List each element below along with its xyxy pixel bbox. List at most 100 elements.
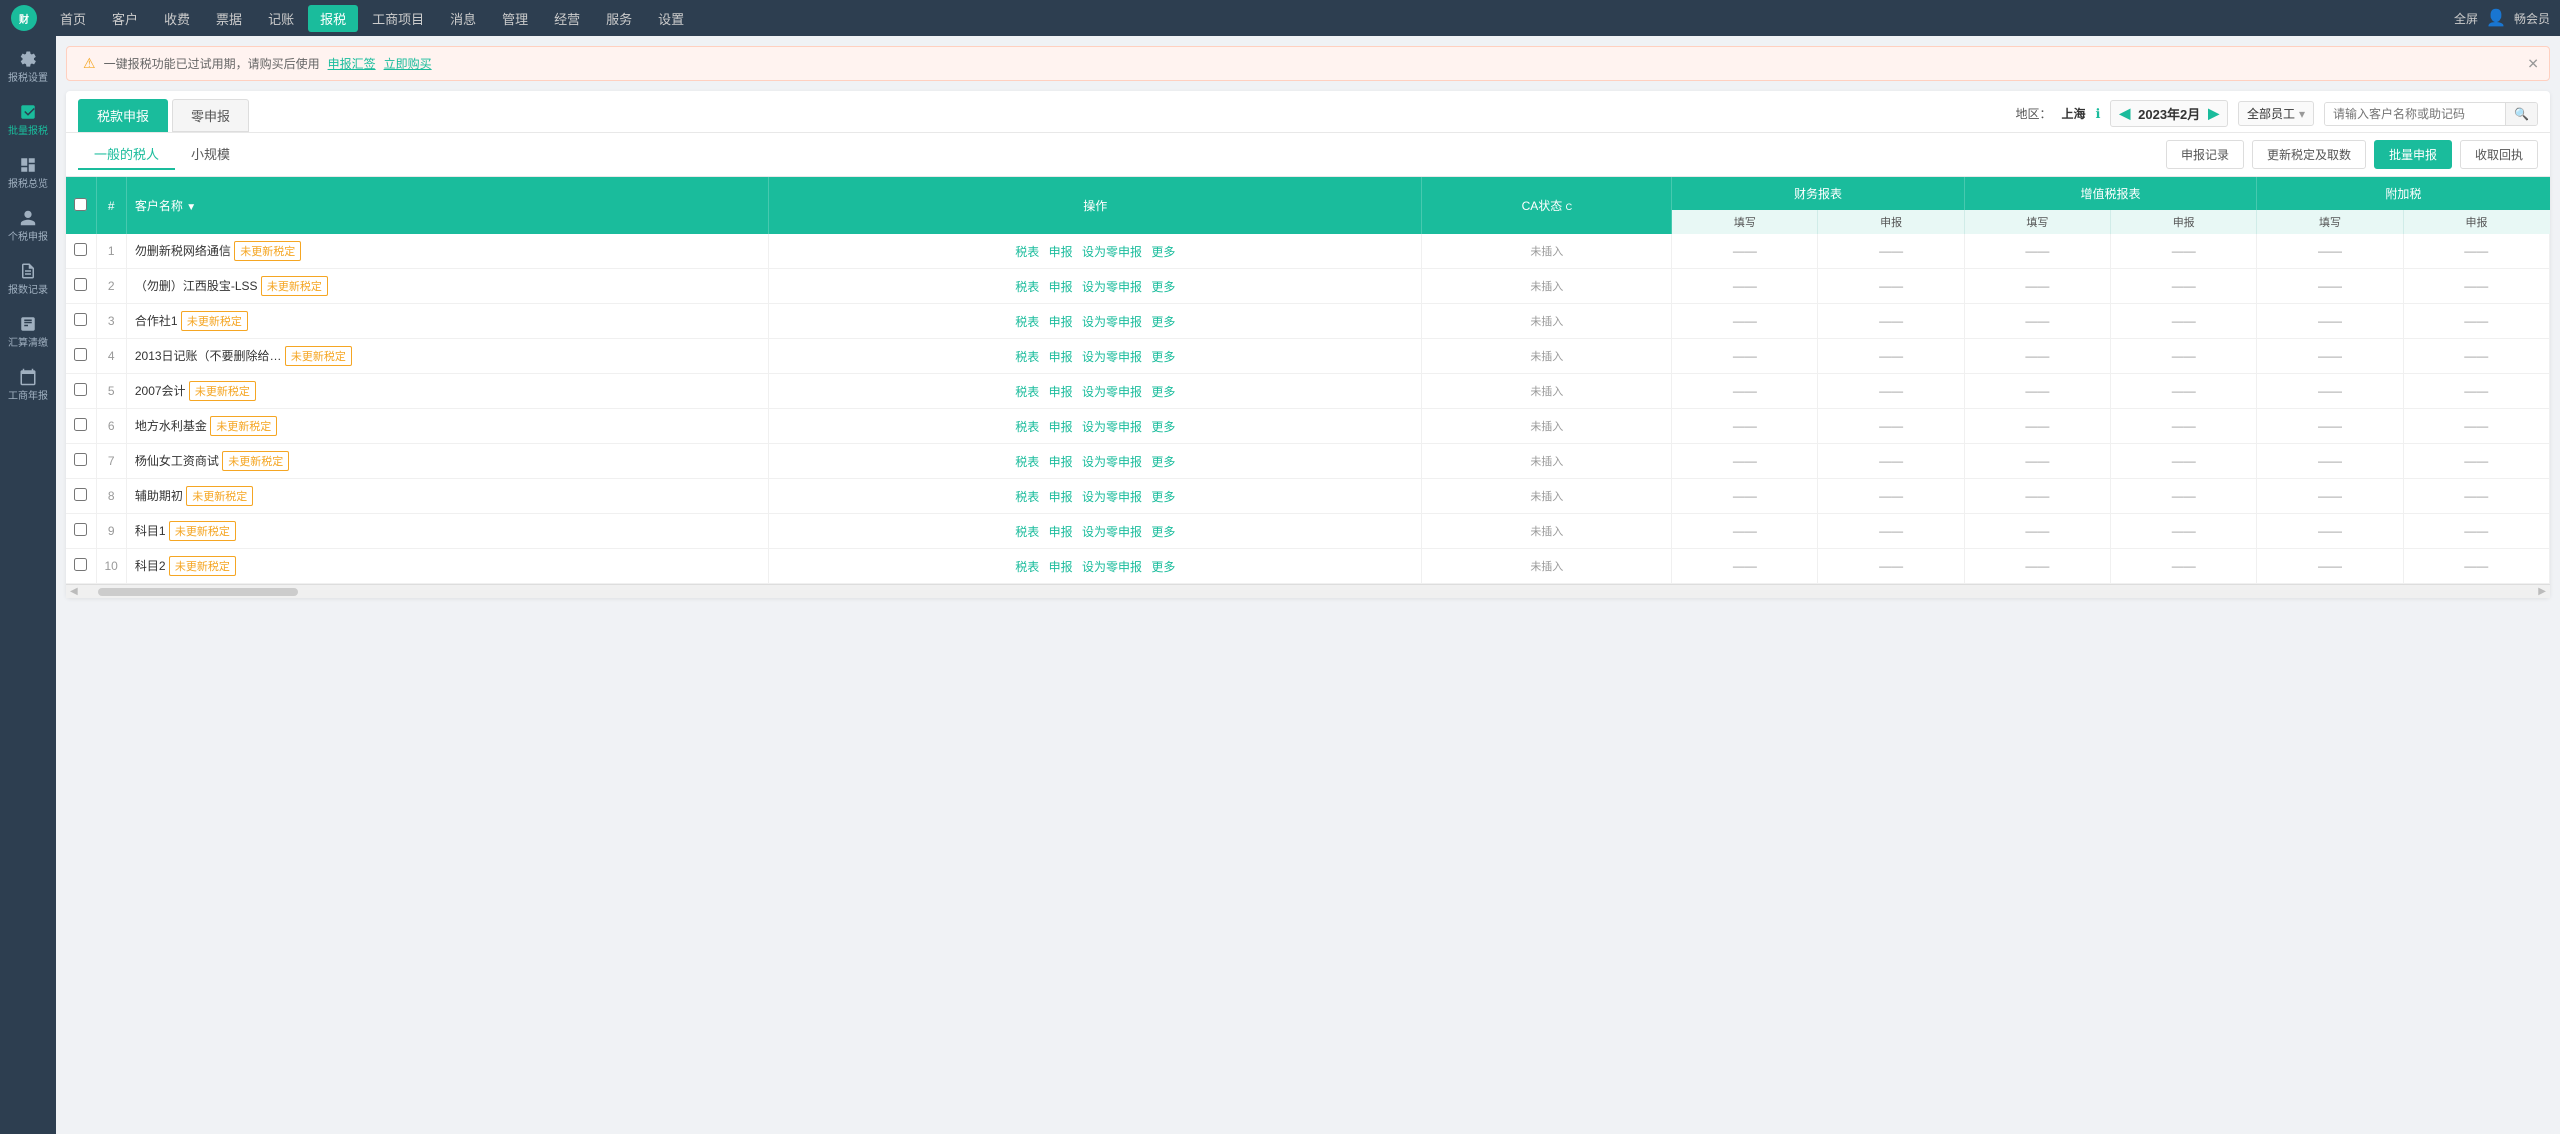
action-update-tax[interactable]: 更新税定及取数 xyxy=(2252,140,2366,169)
sidebar-item-gongshangnianbaos[interactable]: 工商年报 xyxy=(0,358,56,411)
op-btn-1[interactable]: 申报 xyxy=(1049,455,1073,469)
action-collect-receipt[interactable]: 收取回执 xyxy=(2460,140,2538,169)
select-all-checkbox[interactable] xyxy=(74,198,87,211)
op-btn-0[interactable]: 税表 xyxy=(1015,385,1039,399)
date-next-button[interactable]: ▶ xyxy=(2208,105,2219,122)
nav-message[interactable]: 消息 xyxy=(438,5,488,32)
sidebar-item-baoshujilu[interactable]: 报数记录 xyxy=(0,252,56,305)
op-btn-1[interactable]: 申报 xyxy=(1049,385,1073,399)
row-addon-declare: —— xyxy=(2403,304,2549,339)
op-btn-3[interactable]: 更多 xyxy=(1151,350,1175,364)
row-checkbox-5[interactable] xyxy=(74,418,87,431)
op-btn-0[interactable]: 税表 xyxy=(1015,350,1039,364)
banner-close-button[interactable]: ✕ xyxy=(2527,55,2539,72)
search-button[interactable]: 🔍 xyxy=(2505,103,2537,125)
op-btn-1[interactable]: 申报 xyxy=(1049,525,1073,539)
subtab-general-tax[interactable]: 一般的税人 xyxy=(78,139,175,170)
banner-link-report[interactable]: 申报汇签 xyxy=(328,55,376,72)
subtab-small-scale[interactable]: 小规模 xyxy=(175,139,246,170)
op-btn-1[interactable]: 申报 xyxy=(1049,315,1073,329)
tab-tax-declaration[interactable]: 税款申报 xyxy=(78,99,168,132)
horizontal-scrollbar[interactable]: ◀ ▶ xyxy=(66,584,2550,598)
op-btn-1[interactable]: 申报 xyxy=(1049,280,1073,294)
staff-selector[interactable]: 全部员工 ▾ xyxy=(2238,101,2314,126)
row-checkbox-7[interactable] xyxy=(74,488,87,501)
nav-fee[interactable]: 收费 xyxy=(152,5,202,32)
op-btn-0[interactable]: 税表 xyxy=(1015,455,1039,469)
search-input[interactable] xyxy=(2325,103,2505,125)
op-btn-2[interactable]: 设为零申报 xyxy=(1082,525,1142,539)
sidebar-item-geshenshuibao[interactable]: 个税申报 xyxy=(0,199,56,252)
op-btn-3[interactable]: 更多 xyxy=(1151,490,1175,504)
op-btn-1[interactable]: 申报 xyxy=(1049,420,1073,434)
op-btn-3[interactable]: 更多 xyxy=(1151,280,1175,294)
nav-settings[interactable]: 设置 xyxy=(646,5,696,32)
row-checkbox-6[interactable] xyxy=(74,453,87,466)
op-btn-3[interactable]: 更多 xyxy=(1151,455,1175,469)
op-btn-2[interactable]: 设为零申报 xyxy=(1082,455,1142,469)
op-btn-0[interactable]: 税表 xyxy=(1015,490,1039,504)
tab-zero-declaration[interactable]: 零申报 xyxy=(172,99,249,132)
op-btn-3[interactable]: 更多 xyxy=(1151,420,1175,434)
sidebar-item-piliangshuibao[interactable]: 批量报税 xyxy=(0,93,56,146)
nav-account[interactable]: 记账 xyxy=(256,5,306,32)
header-ca-col: CA状态 C xyxy=(1422,177,1672,234)
op-btn-2[interactable]: 设为零申报 xyxy=(1082,385,1142,399)
op-btn-2[interactable]: 设为零申报 xyxy=(1082,315,1142,329)
op-btn-2[interactable]: 设为零申报 xyxy=(1082,245,1142,259)
nav-business[interactable]: 工商项目 xyxy=(360,5,436,32)
scrollbar-thumb[interactable] xyxy=(98,588,298,596)
op-btn-2[interactable]: 设为零申报 xyxy=(1082,350,1142,364)
action-batch-declare[interactable]: 批量申报 xyxy=(2374,140,2452,169)
nav-tax[interactable]: 报税 xyxy=(308,5,358,32)
op-btn-1[interactable]: 申报 xyxy=(1049,560,1073,574)
sidebar-item-jisuanqingchu[interactable]: 汇算清缴 xyxy=(0,305,56,358)
op-btn-3[interactable]: 更多 xyxy=(1151,245,1175,259)
op-btn-3[interactable]: 更多 xyxy=(1151,315,1175,329)
nav-client[interactable]: 客户 xyxy=(100,5,150,32)
op-btn-0[interactable]: 税表 xyxy=(1015,420,1039,434)
row-checkbox-9[interactable] xyxy=(74,558,87,571)
op-btn-3[interactable]: 更多 xyxy=(1151,560,1175,574)
sidebar-item-baoshuishezhi[interactable]: 报税设置 xyxy=(0,40,56,93)
op-btn-2[interactable]: 设为零申报 xyxy=(1082,280,1142,294)
op-btn-1[interactable]: 申报 xyxy=(1049,490,1073,504)
op-btn-1[interactable]: 申报 xyxy=(1049,350,1073,364)
op-btn-3[interactable]: 更多 xyxy=(1151,525,1175,539)
nav-manage[interactable]: 管理 xyxy=(490,5,540,32)
nav-home[interactable]: 首页 xyxy=(48,5,98,32)
op-btn-0[interactable]: 税表 xyxy=(1015,525,1039,539)
date-prev-button[interactable]: ◀ xyxy=(2119,105,2130,122)
row-checkbox-cell xyxy=(66,479,96,514)
row-checkbox-8[interactable] xyxy=(74,523,87,536)
nav-operation[interactable]: 经营 xyxy=(542,5,592,32)
op-btn-2[interactable]: 设为零申报 xyxy=(1082,560,1142,574)
info-icon[interactable]: ℹ xyxy=(2095,106,2100,122)
op-btn-0[interactable]: 税表 xyxy=(1015,245,1039,259)
op-btn-2[interactable]: 设为零申报 xyxy=(1082,420,1142,434)
row-checkbox-1[interactable] xyxy=(74,278,87,291)
sidebar-item-baoshuizonglan[interactable]: 报税总览 xyxy=(0,146,56,199)
row-checkbox-3[interactable] xyxy=(74,348,87,361)
op-btn-0[interactable]: 税表 xyxy=(1015,280,1039,294)
sub-tab-actions: 申报记录 更新税定及取数 批量申报 收取回执 xyxy=(2166,140,2538,169)
row-tax-declare: —— xyxy=(2111,549,2257,584)
row-checkbox-0[interactable] xyxy=(74,243,87,256)
row-addon-declare: —— xyxy=(2403,549,2549,584)
op-btn-2[interactable]: 设为零申报 xyxy=(1082,490,1142,504)
fullscreen-button[interactable]: 全屏 xyxy=(2454,10,2478,27)
row-checkbox-2[interactable] xyxy=(74,313,87,326)
op-btn-3[interactable]: 更多 xyxy=(1151,385,1175,399)
nav-invoice[interactable]: 票据 xyxy=(204,5,254,32)
op-btn-0[interactable]: 税表 xyxy=(1015,560,1039,574)
banner-link-buy[interactable]: 立即购买 xyxy=(384,55,432,72)
op-btn-1[interactable]: 申报 xyxy=(1049,245,1073,259)
row-ca-status: 未插入 xyxy=(1422,549,1672,584)
logo[interactable]: 财 xyxy=(10,4,38,32)
row-checkbox-4[interactable] xyxy=(74,383,87,396)
row-finance-declare: —— xyxy=(1818,374,1964,409)
member-button[interactable]: 畅会员 xyxy=(2514,10,2550,27)
action-declaration-record[interactable]: 申报记录 xyxy=(2166,140,2244,169)
op-btn-0[interactable]: 税表 xyxy=(1015,315,1039,329)
nav-service[interactable]: 服务 xyxy=(594,5,644,32)
